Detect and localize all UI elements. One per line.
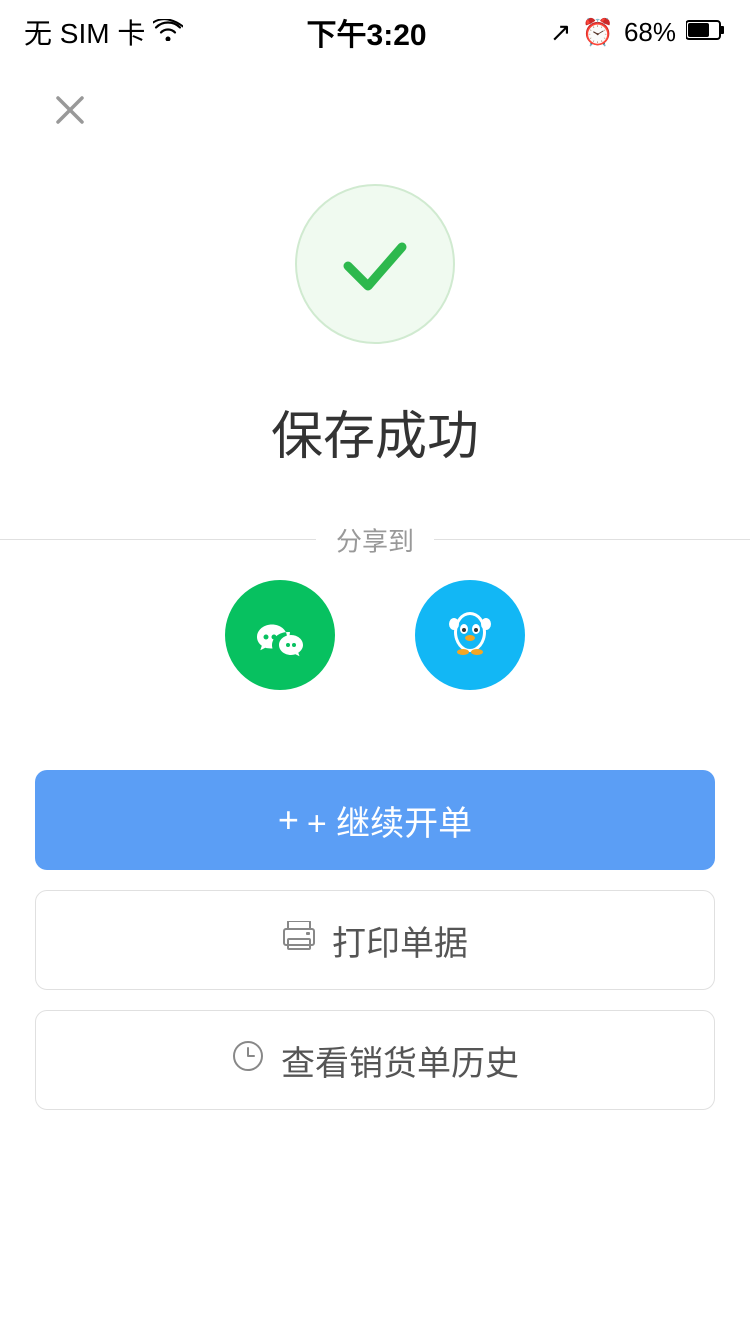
- battery-icon: [686, 17, 726, 48]
- qq-share-button[interactable]: [415, 580, 525, 690]
- sim-text: 无 SIM 卡: [24, 12, 145, 52]
- share-label-wrap: 分享到: [316, 521, 434, 558]
- action-buttons: + + 继续开单 打印单据 查看销货单历史: [35, 770, 715, 1110]
- status-time: 下午3:20: [307, 10, 427, 54]
- share-section: 分享到: [0, 539, 750, 690]
- continue-order-label: + 继续开单: [307, 796, 472, 845]
- success-title: 保存成功: [271, 394, 479, 469]
- battery-text: 68%: [624, 17, 676, 48]
- main-content: 保存成功 分享到: [0, 64, 750, 1110]
- continue-order-button[interactable]: + + 继续开单: [35, 770, 715, 870]
- success-icon-circle: [295, 184, 455, 344]
- share-icons: [0, 580, 750, 690]
- print-icon: [282, 921, 316, 959]
- history-button[interactable]: 查看销货单历史: [35, 1010, 715, 1110]
- wechat-share-button[interactable]: [225, 580, 335, 690]
- status-right: ↗ ⏰ 68%: [550, 17, 726, 48]
- print-label: 打印单据: [332, 916, 468, 965]
- close-button[interactable]: [40, 80, 100, 140]
- status-left: 无 SIM 卡: [24, 12, 183, 52]
- print-button[interactable]: 打印单据: [35, 890, 715, 990]
- wifi-icon: [153, 16, 183, 48]
- location-icon: ↗: [550, 17, 572, 48]
- status-bar: 无 SIM 卡 下午3:20 ↗ ⏰ 68%: [0, 0, 750, 64]
- share-divider: 分享到: [0, 539, 750, 540]
- history-label: 查看销货单历史: [281, 1036, 519, 1085]
- alarm-icon: ⏰: [582, 17, 614, 48]
- share-label: 分享到: [336, 526, 414, 556]
- history-icon: [231, 1039, 265, 1081]
- plus-icon: +: [278, 799, 299, 841]
